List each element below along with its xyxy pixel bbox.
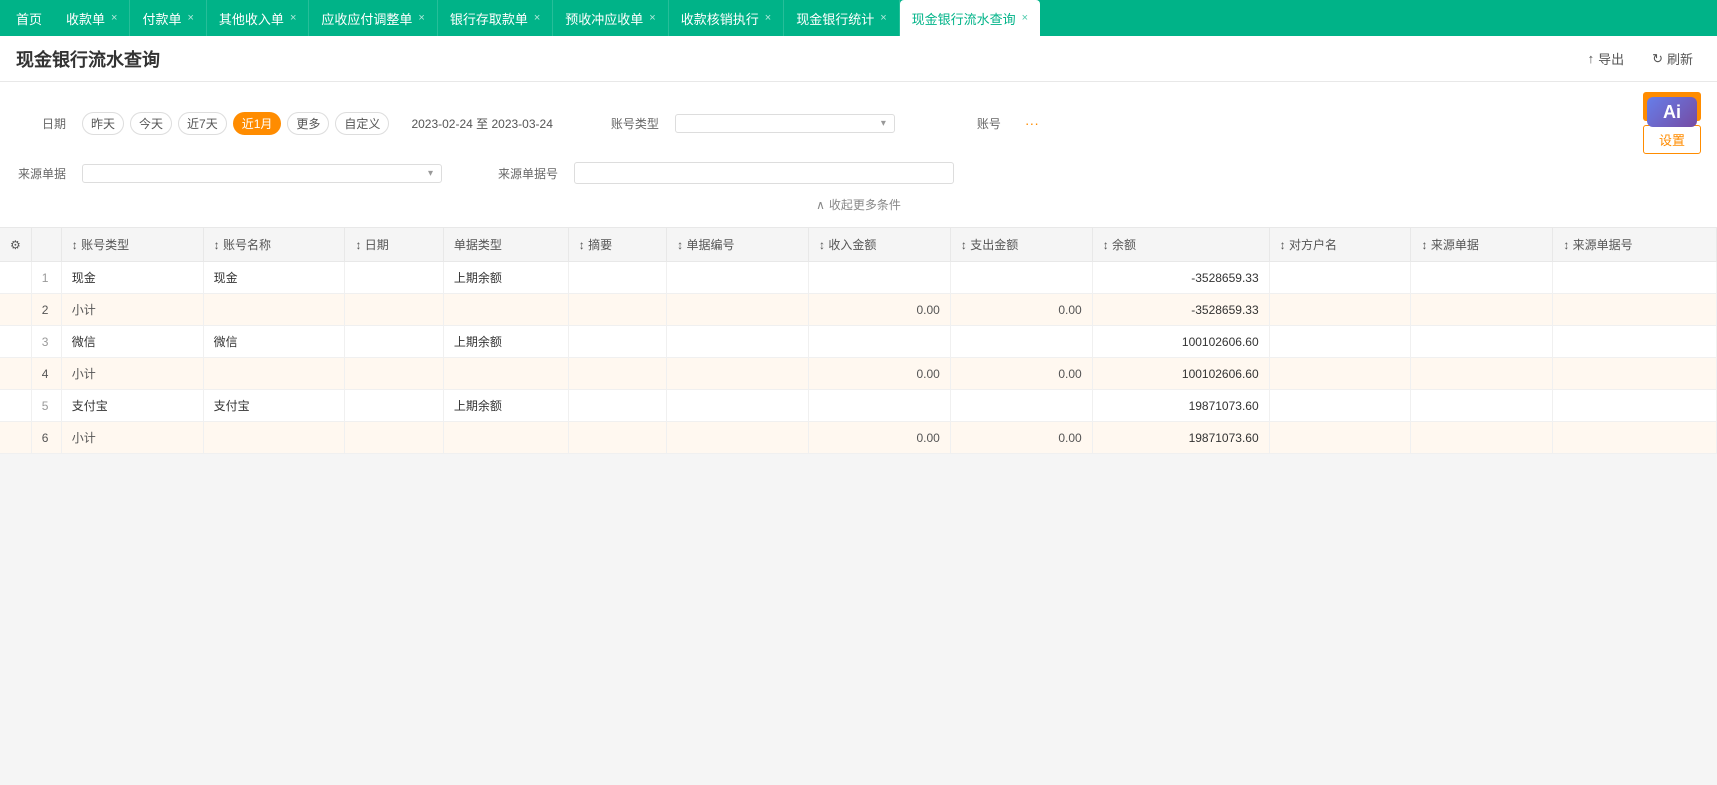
close-tab-active-icon[interactable]: × — [1022, 12, 1028, 24]
table-container: ⚙ ↕ 账号类型 ↕ 账号名称 ↕ 日期 单据类型 ↕ 摘要 ↕ 单据编号 — [0, 228, 1717, 454]
table-row: 2小计0.000.00-3528659.33 — [0, 294, 1717, 326]
col-expense[interactable]: ↕ 支出金额 — [950, 228, 1092, 262]
date-btn-more[interactable]: 更多 — [287, 112, 329, 135]
date-btn-today[interactable]: 今天 — [130, 112, 172, 135]
col-income[interactable]: ↕ 收入金额 — [809, 228, 951, 262]
header-actions: ↑ 导出 ↻ 刷新 — [1580, 45, 1701, 72]
col-summary[interactable]: ↕ 摘要 — [568, 228, 666, 262]
nav-tab-yushou[interactable]: 预收冲应收单 × — [553, 0, 668, 36]
data-table: ⚙ ↕ 账号类型 ↕ 账号名称 ↕ 日期 单据类型 ↕ 摘要 ↕ 单据编号 — [0, 228, 1717, 454]
col-date[interactable]: ↕ 日期 — [345, 228, 443, 262]
export-button[interactable]: ↑ 导出 — [1580, 45, 1633, 72]
date-label: 日期 — [16, 115, 66, 132]
col-source-doc-no[interactable]: ↕ 来源单据号 — [1553, 228, 1717, 262]
refresh-icon: ↻ — [1652, 51, 1663, 67]
account-label: 账号 — [951, 115, 1001, 132]
source-doc-no-input[interactable] — [574, 162, 954, 184]
close-tab-icon[interactable]: × — [880, 12, 886, 24]
close-tab-icon[interactable]: × — [534, 12, 540, 24]
filter-row-source: 来源单据 ▾ 来源单据号 — [16, 162, 1701, 184]
date-btn-custom[interactable]: 自定义 — [335, 112, 389, 135]
account-type-select[interactable]: ▾ — [675, 114, 895, 133]
refresh-button[interactable]: ↻ 刷新 — [1644, 45, 1701, 72]
col-account-name[interactable]: ↕ 账号名称 — [203, 228, 345, 262]
export-icon: ↑ — [1588, 51, 1595, 66]
nav-tab-fukuandan[interactable]: 付款单 × — [130, 0, 206, 36]
nav-tab-cunkuan[interactable]: 银行存取款单 × — [438, 0, 553, 36]
table-body: 1现金现金上期余额-3528659.332小计0.000.00-3528659.… — [0, 262, 1717, 454]
close-tab-icon[interactable]: × — [418, 12, 424, 24]
nav-tab-hexiao[interactable]: 收款核销执行 × — [669, 0, 784, 36]
close-tab-icon[interactable]: × — [187, 12, 193, 24]
account-type-dropdown-icon: ▾ — [881, 118, 886, 129]
col-account-type[interactable]: ↕ 账号类型 — [61, 228, 203, 262]
nav-home[interactable]: 首页 — [4, 0, 54, 36]
page-title: 现金银行流水查询 — [16, 46, 160, 72]
filter-area: 日期 昨天 今天 近7天 近1月 更多 自定义 2023-02-24 至 202… — [0, 82, 1717, 228]
col-counterparty[interactable]: ↕ 对方户名 — [1269, 228, 1411, 262]
filter-row-date: 日期 昨天 今天 近7天 近1月 更多 自定义 2023-02-24 至 202… — [16, 92, 1701, 154]
table-row: 1现金现金上期余额-3528659.33 — [0, 262, 1717, 294]
col-source-doc[interactable]: ↕ 来源单据 — [1411, 228, 1553, 262]
col-doc-type: 单据类型 — [443, 228, 568, 262]
top-nav: 首页 收款单 × 付款单 × 其他收入单 × 应收应付调整单 × 银行存取款单 … — [0, 0, 1717, 36]
collapse-icon: ∧ — [816, 198, 825, 212]
col-gear[interactable]: ⚙ — [0, 228, 31, 262]
date-btn-1month[interactable]: 近1月 — [233, 112, 282, 135]
source-doc-no-label: 来源单据号 — [498, 165, 558, 182]
account-type-label: 账号类型 — [609, 115, 659, 132]
source-doc-select[interactable]: ▾ — [82, 164, 442, 183]
ai-assistant-badge[interactable]: Ai — [1647, 97, 1697, 127]
nav-tab-qitashouru[interactable]: 其他收入单 × — [207, 0, 309, 36]
table-row: 4小计0.000.00100102606.60 — [0, 358, 1717, 390]
table-row: 6小计0.000.0019871073.60 — [0, 422, 1717, 454]
page-header: 现金银行流水查询 ↑ 导出 ↻ 刷新 — [0, 36, 1717, 82]
settings-button[interactable]: 设置 — [1643, 125, 1701, 154]
nav-tab-shoukuandan[interactable]: 收款单 × — [54, 0, 130, 36]
nav-tab-liushui[interactable]: 现金银行流水查询 × — [900, 0, 1040, 36]
nav-tab-tiaozheng[interactable]: 应收应付调整单 × — [309, 0, 437, 36]
source-doc-dropdown-icon: ▾ — [428, 168, 433, 179]
nav-tab-tongji[interactable]: 现金银行统计 × — [784, 0, 899, 36]
col-doc-no[interactable]: ↕ 单据编号 — [667, 228, 809, 262]
date-buttons: 昨天 今天 近7天 近1月 更多 自定义 — [82, 112, 389, 135]
source-doc-label: 来源单据 — [16, 165, 66, 182]
account-dots-button[interactable]: ··· — [1017, 113, 1047, 133]
table-header-row: ⚙ ↕ 账号类型 ↕ 账号名称 ↕ 日期 单据类型 ↕ 摘要 ↕ 单据编号 — [0, 228, 1717, 262]
close-tab-icon[interactable]: × — [649, 12, 655, 24]
close-tab-icon[interactable]: × — [765, 12, 771, 24]
collapse-more-conditions[interactable]: ∧ 收起更多条件 — [16, 192, 1701, 217]
date-btn-yesterday[interactable]: 昨天 — [82, 112, 124, 135]
close-tab-icon[interactable]: × — [111, 12, 117, 24]
close-tab-icon[interactable]: × — [290, 12, 296, 24]
date-range-display: 2023-02-24 至 2023-03-24 — [411, 115, 552, 132]
table-row: 3微信微信上期余额100102606.60 — [0, 326, 1717, 358]
col-rownum — [31, 228, 61, 262]
date-btn-7days[interactable]: 近7天 — [178, 112, 227, 135]
table-row: 5支付宝支付宝上期余额19871073.60 — [0, 390, 1717, 422]
col-balance[interactable]: ↕ 余额 — [1092, 228, 1269, 262]
